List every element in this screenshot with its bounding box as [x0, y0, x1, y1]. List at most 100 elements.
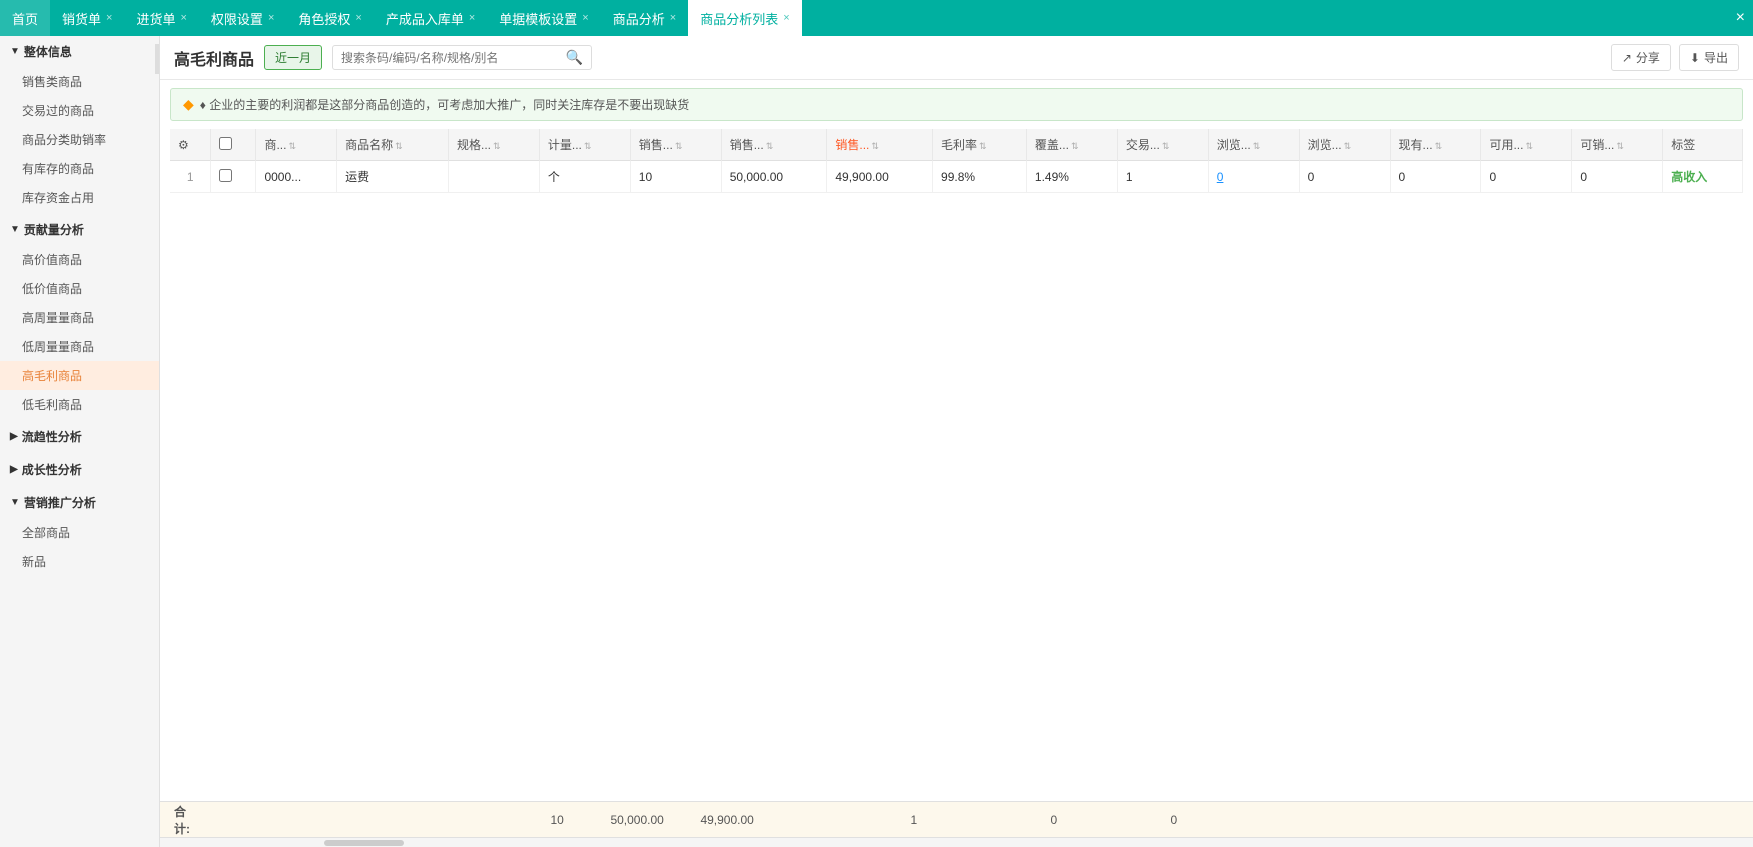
col-spec[interactable]: 规格...⇅ — [448, 129, 539, 161]
tab-home-label: 首页 — [12, 9, 38, 28]
export-icon: ⬇ — [1690, 51, 1700, 65]
arrow-icon-5: ▼ — [10, 497, 20, 508]
col-current-stock[interactable]: 现有...⇅ — [1390, 129, 1481, 161]
content-header: 高毛利商品 近一月 🔍 ↗ 分享 ⬇ 导出 — [160, 36, 1753, 80]
row-views2: 0 — [1299, 161, 1390, 193]
tab-purchase-order-close[interactable]: × — [180, 12, 186, 24]
row-sellable-stock: 0 — [1572, 161, 1663, 193]
footer-sales-qty: 10 — [550, 813, 610, 827]
col-sales-amount[interactable]: 销售...⇅ — [721, 129, 827, 161]
horizontal-scrollbar[interactable] — [160, 837, 1753, 847]
col-gross-margin[interactable]: 毛利率⇅ — [933, 129, 1027, 161]
arrow-icon-2: ▼ — [10, 224, 20, 235]
tab-roles-label: 角色授权 — [298, 9, 350, 28]
sidebar-item-traded-goods[interactable]: 交易过的商品 — [0, 96, 159, 125]
sidebar-toggle[interactable]: « — [155, 44, 160, 74]
tab-product-analysis-close[interactable]: × — [670, 12, 676, 24]
sidebar-item-stock-capital[interactable]: 库存资金占用 — [0, 183, 159, 212]
tab-product-analysis-list-close[interactable]: × — [783, 12, 789, 24]
sidebar-group-contribution-title[interactable]: ▼ 贡献量分析 — [0, 214, 159, 245]
sidebar-group-flow-title[interactable]: ▶ 流趋性分析 — [0, 421, 159, 452]
table-row: 1 0000... 运费 个 10 50,000.00 49,900.00 99… — [170, 161, 1743, 193]
row-views1[interactable]: 0 — [1208, 161, 1299, 193]
tab-roles[interactable]: 角色授权 × — [286, 0, 373, 36]
sidebar-item-category-sales-rate[interactable]: 商品分类助销率 — [0, 125, 159, 154]
col-tag[interactable]: 标签 — [1663, 129, 1743, 161]
tab-home[interactable]: 首页 — [0, 0, 50, 36]
sidebar-group-overall-title[interactable]: ▼ 整体信息 — [0, 36, 159, 67]
sidebar-item-high-margin[interactable]: 高毛利商品 — [0, 361, 159, 390]
col-unit[interactable]: 计量...⇅ — [539, 129, 630, 161]
export-label: 导出 — [1704, 49, 1728, 66]
sidebar-group-marketing-title[interactable]: ▼ 营销推广分析 — [0, 487, 159, 518]
row-current-stock: 0 — [1390, 161, 1481, 193]
tab-template-settings[interactable]: 单据模板设置 × — [487, 0, 600, 36]
row-select-checkbox[interactable] — [219, 169, 232, 182]
sidebar-item-in-stock-goods[interactable]: 有库存的商品 — [0, 154, 159, 183]
sidebar-group-overall: ▼ 整体信息 销售类商品 交易过的商品 商品分类助销率 有库存的商品 库存资金占… — [0, 36, 159, 212]
arrow-icon-4: ▶ — [10, 464, 18, 475]
table-wrapper[interactable]: ⚙ 商...⇅ 商品名称⇅ 规格...⇅ 计量...⇅ 销售...⇅ 销售...… — [170, 129, 1743, 801]
col-name[interactable]: 商品名称⇅ — [337, 129, 449, 161]
filter-recent-month-button[interactable]: 近一月 — [264, 45, 322, 70]
row-checkbox[interactable] — [211, 161, 256, 193]
sidebar-group-contribution: ▼ 贡献量分析 高价值商品 低价值商品 高周量量商品 低周量量商品 高毛利商品 … — [0, 214, 159, 419]
tab-roles-close[interactable]: × — [355, 12, 361, 24]
sidebar-item-low-turnover[interactable]: 低周量量商品 — [0, 332, 159, 361]
col-views1[interactable]: 浏览...⇅ — [1208, 129, 1299, 161]
arrow-icon-3: ▶ — [10, 431, 18, 442]
sidebar-item-new-goods[interactable]: 新品 — [0, 547, 159, 576]
row-transaction: 1 — [1117, 161, 1208, 193]
share-button[interactable]: ↗ 分享 — [1611, 44, 1671, 71]
row-sales-amount: 50,000.00 — [721, 161, 827, 193]
tab-product-analysis[interactable]: 商品分析 × — [601, 0, 688, 36]
footer-sales-amount: 50,000.00 — [610, 813, 700, 827]
tab-product-inbound[interactable]: 产成品入库单 × — [374, 0, 487, 36]
select-all-checkbox[interactable] — [219, 137, 232, 150]
tab-permissions[interactable]: 权限设置 × — [199, 0, 286, 36]
scroll-thumb[interactable] — [324, 840, 404, 846]
sidebar-item-sales-goods[interactable]: 销售类商品 — [0, 67, 159, 96]
col-sales-qty[interactable]: 销售...⇅ — [630, 129, 721, 161]
tab-product-analysis-list[interactable]: 商品分析列表 × — [688, 0, 801, 36]
tab-permissions-close[interactable]: × — [268, 12, 274, 24]
col-available-stock[interactable]: 可用...⇅ — [1481, 129, 1572, 161]
export-button[interactable]: ⬇ 导出 — [1679, 44, 1739, 71]
footer-current-stock: 0 — [1170, 813, 1230, 827]
top-nav: 首页 销货单 × 进货单 × 权限设置 × 角色授权 × 产成品入库单 × 单据… — [0, 0, 1753, 36]
sidebar-item-high-turnover[interactable]: 高周量量商品 — [0, 303, 159, 332]
search-input[interactable] — [341, 51, 566, 65]
col-transaction[interactable]: 交易...⇅ — [1117, 129, 1208, 161]
row-spec — [448, 161, 539, 193]
sidebar-group-growth: ▶ 成长性分析 — [0, 454, 159, 485]
tab-sales-order-close[interactable]: × — [106, 12, 112, 24]
sidebar-item-low-value[interactable]: 低价值商品 — [0, 274, 159, 303]
footer-sales-cost: 49,900.00 — [700, 813, 790, 827]
tab-sales-order-label: 销货单 — [62, 9, 101, 28]
close-all-button[interactable]: × — [1736, 9, 1745, 27]
tab-product-inbound-close[interactable]: × — [469, 12, 475, 24]
sidebar-item-high-value[interactable]: 高价值商品 — [0, 245, 159, 274]
search-icon[interactable]: 🔍 — [566, 49, 583, 66]
col-sales-cost[interactable]: 销售...⇅ — [827, 129, 933, 161]
col-views2[interactable]: 浏览...⇅ — [1299, 129, 1390, 161]
col-sellable-stock[interactable]: 可销...⇅ — [1572, 129, 1663, 161]
share-icon: ↗ — [1622, 51, 1632, 65]
content-area: 高毛利商品 近一月 🔍 ↗ 分享 ⬇ 导出 ◆ ♦ 企业的主要的利润都是这部分商… — [160, 36, 1753, 847]
footer-totals: 合计: 10 50,000.00 49,900.00 1 0 0 — [160, 801, 1753, 837]
sidebar-item-all-goods[interactable]: 全部商品 — [0, 518, 159, 547]
col-checkbox[interactable] — [211, 129, 256, 161]
tab-sales-order[interactable]: 销货单 × — [50, 0, 124, 36]
col-code[interactable]: 商...⇅ — [256, 129, 337, 161]
sidebar: « ▼ 整体信息 销售类商品 交易过的商品 商品分类助销率 有库存的商品 库存资… — [0, 36, 160, 847]
row-coverage: 1.49% — [1026, 161, 1117, 193]
col-coverage[interactable]: 覆盖...⇅ — [1026, 129, 1117, 161]
tab-template-settings-close[interactable]: × — [582, 12, 588, 24]
tab-permissions-label: 权限设置 — [211, 9, 263, 28]
sidebar-item-low-margin[interactable]: 低毛利商品 — [0, 390, 159, 419]
header-actions: ↗ 分享 ⬇ 导出 — [1611, 44, 1739, 71]
col-settings[interactable]: ⚙ — [170, 129, 211, 161]
sidebar-group-growth-title[interactable]: ▶ 成长性分析 — [0, 454, 159, 485]
tab-purchase-order[interactable]: 进货单 × — [124, 0, 198, 36]
footer-label: 合计: — [174, 803, 200, 837]
